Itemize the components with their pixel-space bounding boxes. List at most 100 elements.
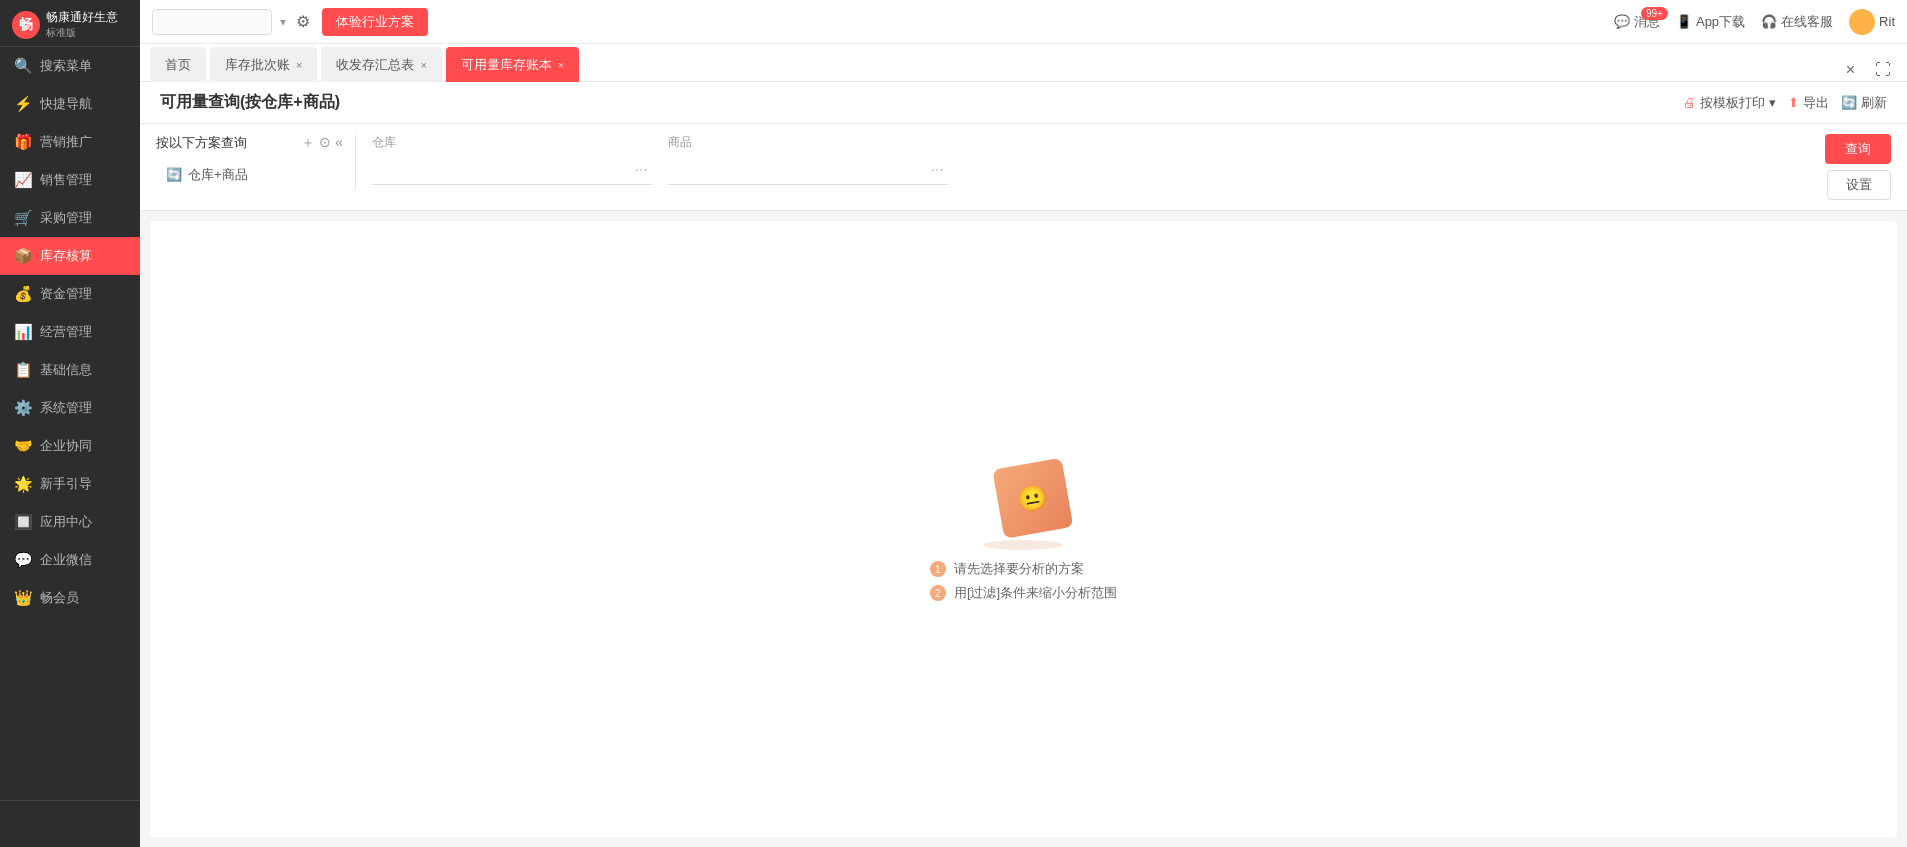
page-header-actions: 🖨 按模板打印 ▾ ⬆ 导出 🔄 刷新 bbox=[1683, 94, 1887, 112]
topbar-chevron-icon[interactable]: ▾ bbox=[280, 15, 286, 29]
sidebar-item-label: 资金管理 bbox=[40, 285, 92, 303]
export-icon: ⬆ bbox=[1788, 95, 1799, 110]
empty-text: 1 请先选择要分析的方案 2 用[过滤]条件来缩小分析范围 bbox=[930, 560, 1117, 608]
warehouse-dots-icon[interactable]: ··· bbox=[635, 161, 648, 179]
tab-summary-close[interactable]: × bbox=[420, 59, 426, 71]
topbar-actions: 💬 消息 99+ 📱 App下载 🎧 在线客服 Rit bbox=[1614, 9, 1895, 35]
empty-hint-1: 1 请先选择要分析的方案 bbox=[930, 560, 1117, 578]
sidebar-item-sales[interactable]: 📈 销售管理 bbox=[0, 161, 140, 199]
tab-batch-close[interactable]: × bbox=[296, 59, 302, 71]
sidebar-item-appstore[interactable]: 🔲 应用中心 bbox=[0, 503, 140, 541]
member-icon: 👑 bbox=[14, 589, 32, 607]
sales-icon: 📈 bbox=[14, 171, 32, 189]
goods-dots-icon[interactable]: ··· bbox=[931, 161, 944, 179]
sidebar-item-label: 经营管理 bbox=[40, 323, 92, 341]
empty-box: 😐 bbox=[993, 458, 1074, 539]
brand: 畅 畅康通好生意 标准版 bbox=[12, 10, 128, 40]
sidebar-item-label: 应用中心 bbox=[40, 513, 92, 531]
sidebar-item-purchase[interactable]: 🛒 采购管理 bbox=[0, 199, 140, 237]
sidebar-item-operation[interactable]: 📊 经营管理 bbox=[0, 313, 140, 351]
scheme-label: 按以下方案查询 bbox=[156, 134, 247, 152]
page-header: 可用量查询(按仓库+商品) 🖨 按模板打印 ▾ ⬆ 导出 🔄 刷新 bbox=[140, 82, 1907, 124]
brand-icon: 畅 bbox=[12, 11, 40, 39]
sidebar-bottom bbox=[0, 800, 140, 847]
message-badge: 99+ bbox=[1641, 7, 1668, 20]
topbar-search-input[interactable] bbox=[152, 9, 272, 35]
industry-btn[interactable]: 体验行业方案 bbox=[322, 8, 428, 36]
tab-summary[interactable]: 收发存汇总表 × bbox=[321, 47, 441, 82]
sidebar-item-enterprise[interactable]: 🤝 企业协同 bbox=[0, 427, 140, 465]
user-avatar[interactable]: Rit bbox=[1849, 9, 1895, 35]
tab-home[interactable]: 首页 bbox=[150, 47, 206, 82]
scheme-settings-icon[interactable]: ⊙ bbox=[319, 134, 331, 152]
empty-illustration: 😐 bbox=[973, 450, 1073, 550]
service-icon: 🎧 bbox=[1761, 14, 1777, 29]
sidebar-item-wxwork[interactable]: 💬 企业微信 bbox=[0, 541, 140, 579]
sidebar-item-basic[interactable]: 📋 基础信息 bbox=[0, 351, 140, 389]
newbie-icon: 🌟 bbox=[14, 475, 32, 493]
app-download-action[interactable]: 📱 App下载 bbox=[1676, 13, 1745, 31]
sidebar-item-inventory[interactable]: 📦 库存核算 bbox=[0, 237, 140, 275]
tabs-close-btn[interactable]: × bbox=[1840, 59, 1861, 81]
system-icon: ⚙️ bbox=[14, 399, 32, 417]
sidebar-item-label: 库存核算 bbox=[40, 247, 92, 265]
scheme-collapse-icon[interactable]: « bbox=[335, 134, 343, 152]
export-label: 导出 bbox=[1803, 94, 1829, 112]
tab-available[interactable]: 可用量库存账本 × bbox=[446, 47, 579, 82]
sidebar-item-marketing[interactable]: 🎁 营销推广 bbox=[0, 123, 140, 161]
sidebar-item-label: 企业协同 bbox=[40, 437, 92, 455]
appstore-icon: 🔲 bbox=[14, 513, 32, 531]
topbar-gear-icon[interactable]: ⚙ bbox=[296, 12, 310, 31]
query-btn-area: 查询 设置 bbox=[1817, 134, 1891, 200]
scheme-item-warehouse-goods[interactable]: 🔄 仓库+商品 bbox=[156, 160, 343, 190]
sidebar-item-label: 采购管理 bbox=[40, 209, 92, 227]
scheme-item-icon: 🔄 bbox=[166, 167, 182, 183]
sidebar-item-label: 企业微信 bbox=[40, 551, 92, 569]
topbar: ▾ ⚙ 体验行业方案 💬 消息 99+ 📱 App下载 🎧 在线客服 Rit bbox=[140, 0, 1907, 44]
sidebar-item-label: 基础信息 bbox=[40, 361, 92, 379]
tab-available-close[interactable]: × bbox=[558, 59, 564, 71]
service-action[interactable]: 🎧 在线客服 bbox=[1761, 13, 1833, 31]
service-label: 在线客服 bbox=[1781, 13, 1833, 31]
sidebar-item-shortcut[interactable]: ⚡ 快捷导航 bbox=[0, 85, 140, 123]
sidebar-item-member[interactable]: 👑 畅会员 bbox=[0, 579, 140, 617]
finance-icon: 💰 bbox=[14, 285, 32, 303]
sidebar-item-finance[interactable]: 💰 资金管理 bbox=[0, 275, 140, 313]
empty-box-face: 😐 bbox=[1016, 482, 1050, 515]
message-action[interactable]: 💬 消息 99+ bbox=[1614, 13, 1660, 31]
query-area: 按以下方案查询 ＋ ⊙ « 🔄 仓库+商品 仓库 ··· bbox=[140, 124, 1907, 211]
tabs-bar: 首页 库存批次账 × 收发存汇总表 × 可用量库存账本 × × ⛶ bbox=[140, 44, 1907, 82]
sidebar-item-search[interactable]: 🔍 搜索菜单 bbox=[0, 47, 140, 85]
warehouse-label: 仓库 bbox=[372, 134, 652, 151]
empty-hint-2-text: 用[过滤]条件来缩小分析范围 bbox=[954, 584, 1117, 602]
basic-icon: 📋 bbox=[14, 361, 32, 379]
goods-input[interactable]: ··· bbox=[668, 155, 948, 185]
main-area: ▾ ⚙ 体验行业方案 💬 消息 99+ 📱 App下载 🎧 在线客服 Rit bbox=[140, 0, 1907, 847]
sidebar-item-label: 快捷导航 bbox=[40, 95, 92, 113]
settings-button[interactable]: 设置 bbox=[1827, 170, 1891, 200]
scheme-item-label: 仓库+商品 bbox=[188, 166, 248, 184]
tab-batch[interactable]: 库存批次账 × bbox=[210, 47, 317, 82]
enterprise-icon: 🤝 bbox=[14, 437, 32, 455]
purchase-icon: 🛒 bbox=[14, 209, 32, 227]
query-button[interactable]: 查询 bbox=[1825, 134, 1891, 164]
sidebar-item-label: 畅会员 bbox=[40, 589, 79, 607]
filter-area: 仓库 ··· 商品 ··· bbox=[356, 134, 1817, 185]
step-2-num: 2 bbox=[930, 585, 946, 601]
goods-label: 商品 bbox=[668, 134, 948, 151]
tabs-expand-btn[interactable]: ⛶ bbox=[1869, 59, 1897, 81]
print-chevron: ▾ bbox=[1769, 95, 1776, 110]
print-icon: 🖨 bbox=[1683, 95, 1696, 110]
tab-available-label: 可用量库存账本 bbox=[461, 56, 552, 74]
warehouse-input[interactable]: ··· bbox=[372, 155, 652, 185]
sidebar-scroll: 🔍 搜索菜单 ⚡ 快捷导航 🎁 营销推广 📈 销售管理 🛒 采购管理 📦 库存核… bbox=[0, 47, 140, 800]
export-btn[interactable]: ⬆ 导出 bbox=[1788, 94, 1829, 112]
page-title: 可用量查询(按仓库+商品) bbox=[160, 92, 340, 113]
warehouse-filter-group: 仓库 ··· bbox=[372, 134, 652, 185]
refresh-btn[interactable]: 🔄 刷新 bbox=[1841, 94, 1887, 112]
print-btn[interactable]: 🖨 按模板打印 ▾ bbox=[1683, 94, 1776, 112]
sidebar-item-system[interactable]: ⚙️ 系统管理 bbox=[0, 389, 140, 427]
scheme-add-icon[interactable]: ＋ bbox=[301, 134, 315, 152]
empty-shadow bbox=[983, 540, 1063, 550]
sidebar-item-newbie[interactable]: 🌟 新手引导 bbox=[0, 465, 140, 503]
